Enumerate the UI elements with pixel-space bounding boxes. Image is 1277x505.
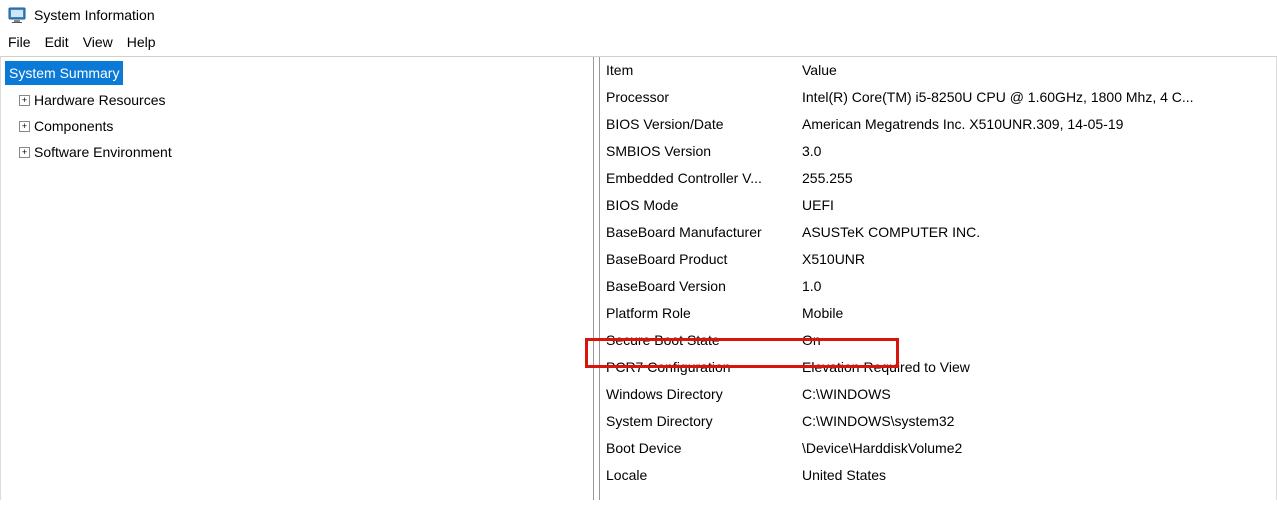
menu-help[interactable]: Help <box>127 34 156 50</box>
table-row[interactable]: Boot Device \Device\HarddiskVolume2 <box>600 435 1276 462</box>
cell-value: United States <box>802 462 1276 489</box>
cell-item: BaseBoard Product <box>606 246 802 273</box>
cell-value: \Device\HarddiskVolume2 <box>802 435 1276 462</box>
menubar: File Edit View Help <box>0 30 1277 57</box>
cell-value: C:\WINDOWS <box>802 381 1276 408</box>
table-row[interactable]: Platform Role Mobile <box>600 300 1276 327</box>
window-title: System Information <box>34 7 155 23</box>
table-row[interactable]: Windows Directory C:\WINDOWS <box>600 381 1276 408</box>
expand-icon[interactable]: + <box>19 121 30 132</box>
expand-icon[interactable]: + <box>19 95 30 106</box>
cell-item: Platform Role <box>606 300 802 327</box>
tree-item-label: Hardware Resources <box>34 89 166 111</box>
content-area: System Summary + Hardware Resources + Co… <box>0 57 1277 500</box>
tree-pane[interactable]: System Summary + Hardware Resources + Co… <box>0 57 594 500</box>
menu-edit[interactable]: Edit <box>45 34 69 50</box>
tree-item-label: Components <box>34 115 113 137</box>
cell-item: Locale <box>606 462 802 489</box>
table-row[interactable]: BaseBoard Version 1.0 <box>600 273 1276 300</box>
cell-value: ASUSTeK COMPUTER INC. <box>802 219 1276 246</box>
tree-root-label: System Summary <box>5 61 123 85</box>
cell-value: 1.0 <box>802 273 1276 300</box>
menu-file[interactable]: File <box>8 34 31 50</box>
tree-root[interactable]: System Summary <box>1 59 593 87</box>
cell-item: Secure Boot State <box>606 327 802 354</box>
table-row[interactable]: Secure Boot State On <box>600 327 1276 354</box>
cell-value: C:\WINDOWS\system32 <box>802 408 1276 435</box>
table-row[interactable]: BIOS Version/Date American Megatrends In… <box>600 111 1276 138</box>
expand-icon[interactable]: + <box>19 147 30 158</box>
cell-value: Mobile <box>802 300 1276 327</box>
table-row[interactable]: SMBIOS Version 3.0 <box>600 138 1276 165</box>
header-row: Item Value <box>600 57 1276 84</box>
cell-value: On <box>802 327 1276 354</box>
tree-item-label: Software Environment <box>34 141 172 163</box>
cell-item: Embedded Controller V... <box>606 165 802 192</box>
cell-item: SMBIOS Version <box>606 138 802 165</box>
cell-value: Elevation Required to View <box>802 354 1276 381</box>
header-value[interactable]: Value <box>802 57 1276 84</box>
table-row[interactable]: Locale United States <box>600 462 1276 489</box>
cell-value: American Megatrends Inc. X510UNR.309, 14… <box>802 111 1276 138</box>
cell-item: System Directory <box>606 408 802 435</box>
cell-item: BaseBoard Manufacturer <box>606 219 802 246</box>
menu-view[interactable]: View <box>83 34 113 50</box>
cell-value: 255.255 <box>802 165 1276 192</box>
table-row[interactable]: Processor Intel(R) Core(TM) i5-8250U CPU… <box>600 84 1276 111</box>
cell-value: UEFI <box>802 192 1276 219</box>
cell-item: Windows Directory <box>606 381 802 408</box>
tree-item-hardware[interactable]: + Hardware Resources <box>1 87 593 113</box>
cell-item: PCR7 Configuration <box>606 354 802 381</box>
details-pane[interactable]: Item Value Processor Intel(R) Core(TM) i… <box>600 57 1277 500</box>
cell-item: BIOS Version/Date <box>606 111 802 138</box>
cell-item: Boot Device <box>606 435 802 462</box>
header-item[interactable]: Item <box>606 57 802 84</box>
cell-value: Intel(R) Core(TM) i5-8250U CPU @ 1.60GHz… <box>802 84 1276 111</box>
cell-value: 3.0 <box>802 138 1276 165</box>
tree-item-software[interactable]: + Software Environment <box>1 139 593 165</box>
system-info-icon <box>8 6 26 24</box>
table-row[interactable]: BaseBoard Manufacturer ASUSTeK COMPUTER … <box>600 219 1276 246</box>
cell-item: BaseBoard Version <box>606 273 802 300</box>
table-row[interactable]: PCR7 Configuration Elevation Required to… <box>600 354 1276 381</box>
titlebar: System Information <box>0 0 1277 30</box>
table-row[interactable]: BaseBoard Product X510UNR <box>600 246 1276 273</box>
table-row[interactable]: System Directory C:\WINDOWS\system32 <box>600 408 1276 435</box>
table-row[interactable]: BIOS Mode UEFI <box>600 192 1276 219</box>
table-row[interactable]: Embedded Controller V... 255.255 <box>600 165 1276 192</box>
cell-item: Processor <box>606 84 802 111</box>
cell-value: X510UNR <box>802 246 1276 273</box>
tree-item-components[interactable]: + Components <box>1 113 593 139</box>
cell-item: BIOS Mode <box>606 192 802 219</box>
